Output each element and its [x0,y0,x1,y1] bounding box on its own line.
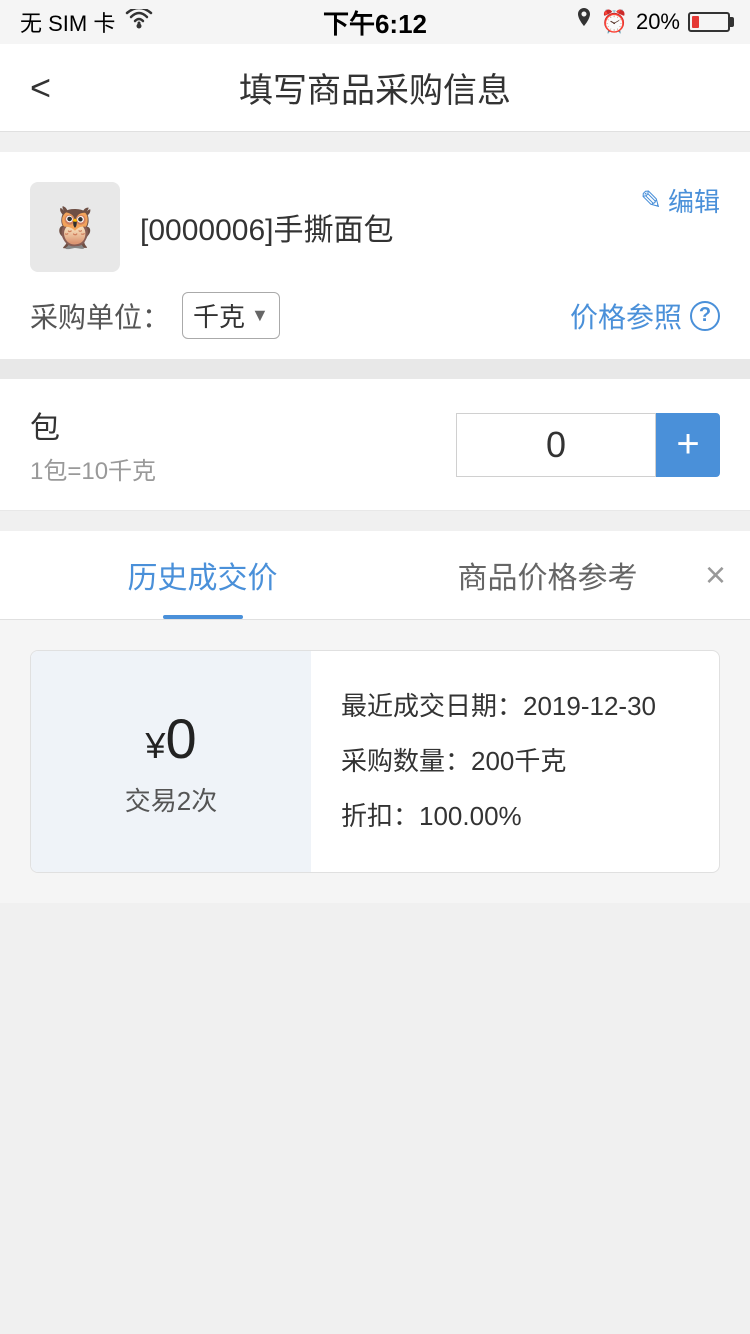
quantity-label: 采购数量： [341,746,471,776]
product-name: [0000006]手撕面包 [140,205,393,249]
unit-row: 采购单位： 千克 ▼ [30,292,280,339]
page-title: 填写商品采购信息 [239,63,511,112]
price-ref-label: 价格参照 [570,296,682,336]
carrier-text: 无 SIM 卡 [20,6,115,38]
edit-icon: ✎ [640,185,662,216]
quantity-detail-value: 200千克 [471,746,566,776]
status-time: 下午6:12 [323,4,427,41]
quantity-plus-button[interactable]: + [656,413,720,477]
tab-history-price[interactable]: 历史成交价 [30,531,375,619]
price-symbol: ¥ [145,725,165,766]
edit-label: 编辑 [668,182,720,219]
quantity-input-group: 0 + [456,413,720,477]
edit-button[interactable]: ✎ 编辑 [640,182,720,219]
header: < 填写商品采购信息 [0,44,750,132]
date-value: 2019-12-30 [523,691,656,721]
quantity-row: 包 1包=10千克 0 + [0,379,750,511]
product-top-row: 🦉 [0000006]手撕面包 ✎ 编辑 [30,182,720,272]
product-thumbnail: 🦉 [30,182,120,272]
tab-price-ref-label: 商品价格参考 [458,553,638,597]
discount-label: 折扣： [341,801,419,831]
product-bottom-row: 采购单位： 千克 ▼ 价格参照 ? [30,292,720,339]
history-content: ¥0 交易2次 最近成交日期：2019-12-30 采购数量：200千克 折扣：… [0,620,750,903]
status-right: ⏰ 20% [575,8,730,36]
history-date-row: 最近成交日期：2019-12-30 [341,687,689,726]
quantity-unit-name: 包 [30,403,156,447]
battery-percent: 20% [636,9,680,35]
tab-history-label: 历史成交价 [128,553,278,597]
product-left: 🦉 [0000006]手撕面包 [30,182,393,272]
product-owl-icon: 🦉 [50,204,100,251]
alarm-icon: ⏰ [601,9,628,35]
quantity-label-group: 包 1包=10千克 [30,403,156,486]
quantity-conversion: 1包=10千克 [30,451,156,486]
product-card: 🦉 [0000006]手撕面包 ✎ 编辑 采购单位： 千克 ▼ 价格参照 ? [0,152,750,359]
quantity-value: 0 [546,424,566,466]
unit-label: 采购单位： [30,296,170,336]
location-icon [575,8,593,36]
battery-icon [688,12,730,32]
tab-close-button[interactable]: × [705,557,726,593]
unit-value: 千克 [193,297,245,334]
status-bar: 无 SIM 卡 下午6:12 ⏰ 20% [0,0,750,44]
help-circle-icon: ? [690,301,720,331]
price-value: 0 [165,707,196,770]
price-ref-button[interactable]: 价格参照 ? [570,296,720,336]
quantity-input[interactable]: 0 [456,413,656,477]
back-button[interactable]: < [30,70,51,106]
tab-underline [163,615,243,619]
discount-value: 100.00% [419,801,522,831]
history-price: ¥0 [145,706,196,771]
status-left: 无 SIM 卡 [20,6,153,38]
section-divider [0,359,750,379]
history-card-left: ¥0 交易2次 [31,651,311,872]
history-discount-row: 折扣：100.00% [341,797,689,836]
history-card: ¥0 交易2次 最近成交日期：2019-12-30 采购数量：200千克 折扣：… [30,650,720,873]
history-card-right: 最近成交日期：2019-12-30 采购数量：200千克 折扣：100.00% [311,651,719,872]
date-label: 最近成交日期： [341,691,523,721]
plus-icon: + [676,422,699,467]
tabs-container: 历史成交价 商品价格参考 × [0,531,750,620]
unit-dropdown[interactable]: 千克 ▼ [182,292,280,339]
wifi-icon [125,9,153,35]
history-trades: 交易2次 [125,781,217,818]
history-quantity-row: 采购数量：200千克 [341,742,689,781]
dropdown-arrow-icon: ▼ [251,305,269,326]
tab-price-reference[interactable]: 商品价格参考 [375,531,720,619]
